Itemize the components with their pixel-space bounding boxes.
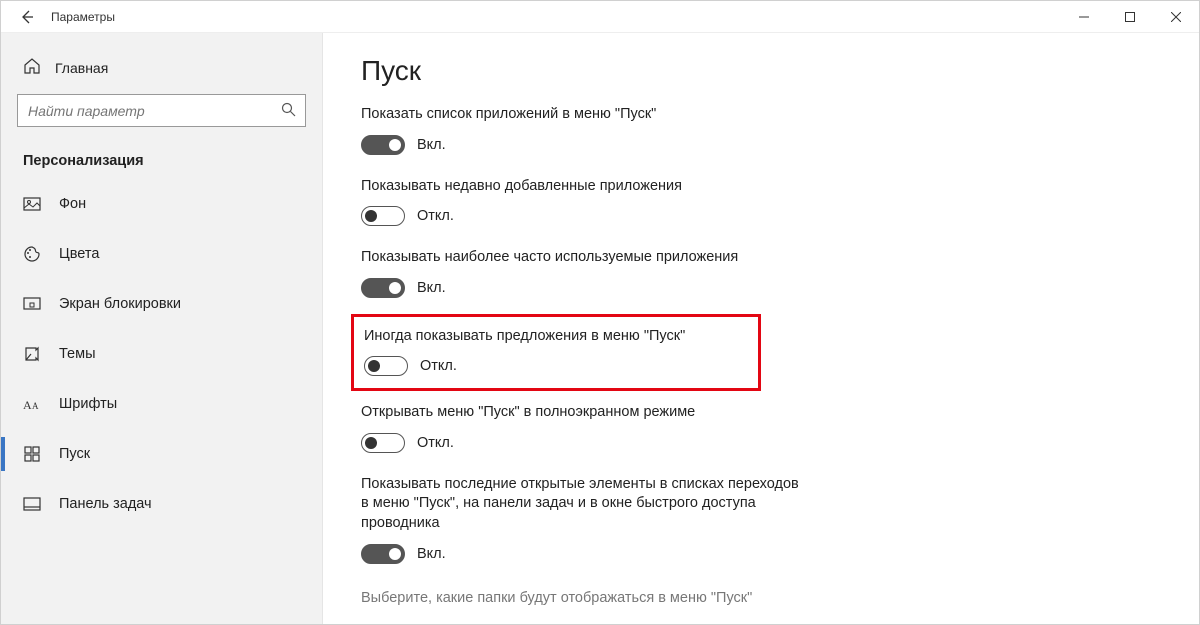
close-button[interactable] [1153, 1, 1199, 33]
sidebar-item-start[interactable]: Пуск [1, 433, 322, 475]
sidebar-item-label: Цвета [59, 246, 99, 262]
maximize-icon [1125, 12, 1135, 22]
toggle-switch[interactable] [361, 135, 405, 155]
setting-row: Показывать наиболее часто используемые п… [361, 238, 801, 310]
sidebar-home-label: Главная [55, 60, 108, 76]
toggle-state-text: Вкл. [417, 546, 446, 562]
setting-label: Показывать недавно добавленные приложени… [361, 177, 801, 197]
lockscreen-icon [23, 295, 41, 313]
window-controls [1061, 1, 1199, 33]
content-pane: Пуск Показать список приложений в меню "… [323, 33, 1199, 624]
setting-label: Иногда показывать предложения в меню "Пу… [364, 327, 744, 347]
search-icon [281, 102, 296, 120]
sidebar: Главная Персонализация Фон Цвета Экран б… [1, 33, 323, 624]
toggle-state-text: Вкл. [417, 280, 446, 296]
setting-row: Показывать последние открытые элементы в… [361, 465, 801, 576]
window-title: Параметры [51, 10, 115, 24]
page-title: Пуск [361, 55, 1161, 87]
sidebar-home[interactable]: Главная [1, 47, 322, 88]
toggle-switch[interactable] [364, 356, 408, 376]
toggle-switch[interactable] [361, 206, 405, 226]
sidebar-item-label: Экран блокировки [59, 296, 181, 312]
toggle-switch[interactable] [361, 433, 405, 453]
arrow-left-icon [19, 9, 35, 25]
palette-icon [23, 245, 41, 263]
sidebar-item-background[interactable]: Фон [1, 183, 322, 225]
setting-label: Показать список приложений в меню "Пуск" [361, 105, 801, 125]
sidebar-item-lockscreen[interactable]: Экран блокировки [1, 283, 322, 325]
home-icon [23, 57, 41, 78]
toggle-state-text: Вкл. [417, 137, 446, 153]
setting-row: Открывать меню "Пуск" в полноэкранном ре… [361, 393, 801, 465]
sidebar-item-fonts[interactable]: AA Шрифты [1, 383, 322, 425]
setting-label: Открывать меню "Пуск" в полноэкранном ре… [361, 403, 801, 423]
sidebar-item-label: Шрифты [59, 396, 117, 412]
start-icon [23, 445, 41, 463]
sidebar-item-taskbar[interactable]: Панель задач [1, 483, 322, 525]
maximize-button[interactable] [1107, 1, 1153, 33]
setting-row: Показать список приложений в меню "Пуск"… [361, 95, 801, 167]
toggle-state-text: Откл. [420, 358, 457, 374]
toggle-switch[interactable] [361, 544, 405, 564]
back-button[interactable] [7, 1, 47, 33]
sidebar-item-colors[interactable]: Цвета [1, 233, 322, 275]
setting-row: Показывать недавно добавленные приложени… [361, 167, 801, 239]
titlebar: Параметры [1, 1, 1199, 33]
sidebar-item-label: Пуск [59, 446, 90, 462]
toggle-state-text: Откл. [417, 208, 454, 224]
themes-icon [23, 345, 41, 363]
svg-text:A: A [23, 398, 32, 412]
svg-text:A: A [32, 401, 39, 411]
setting-row: Иногда показывать предложения в меню "Пу… [351, 314, 761, 392]
sidebar-item-label: Темы [59, 346, 96, 362]
fonts-icon: AA [23, 395, 41, 413]
taskbar-icon [23, 495, 41, 513]
toggle-state-text: Откл. [417, 435, 454, 451]
minimize-icon [1079, 12, 1089, 22]
close-icon [1171, 12, 1181, 22]
folders-link[interactable]: Выберите, какие папки будут отображаться… [361, 576, 1161, 606]
sidebar-section-header: Персонализация [1, 141, 322, 183]
setting-label: Показывать наиболее часто используемые п… [361, 248, 801, 268]
toggle-switch[interactable] [361, 278, 405, 298]
sidebar-item-label: Панель задач [59, 496, 152, 512]
setting-label: Показывать последние открытые элементы в… [361, 475, 801, 534]
minimize-button[interactable] [1061, 1, 1107, 33]
search-input[interactable] [17, 94, 306, 127]
sidebar-item-label: Фон [59, 196, 86, 212]
sidebar-item-themes[interactable]: Темы [1, 333, 322, 375]
picture-icon [23, 195, 41, 213]
